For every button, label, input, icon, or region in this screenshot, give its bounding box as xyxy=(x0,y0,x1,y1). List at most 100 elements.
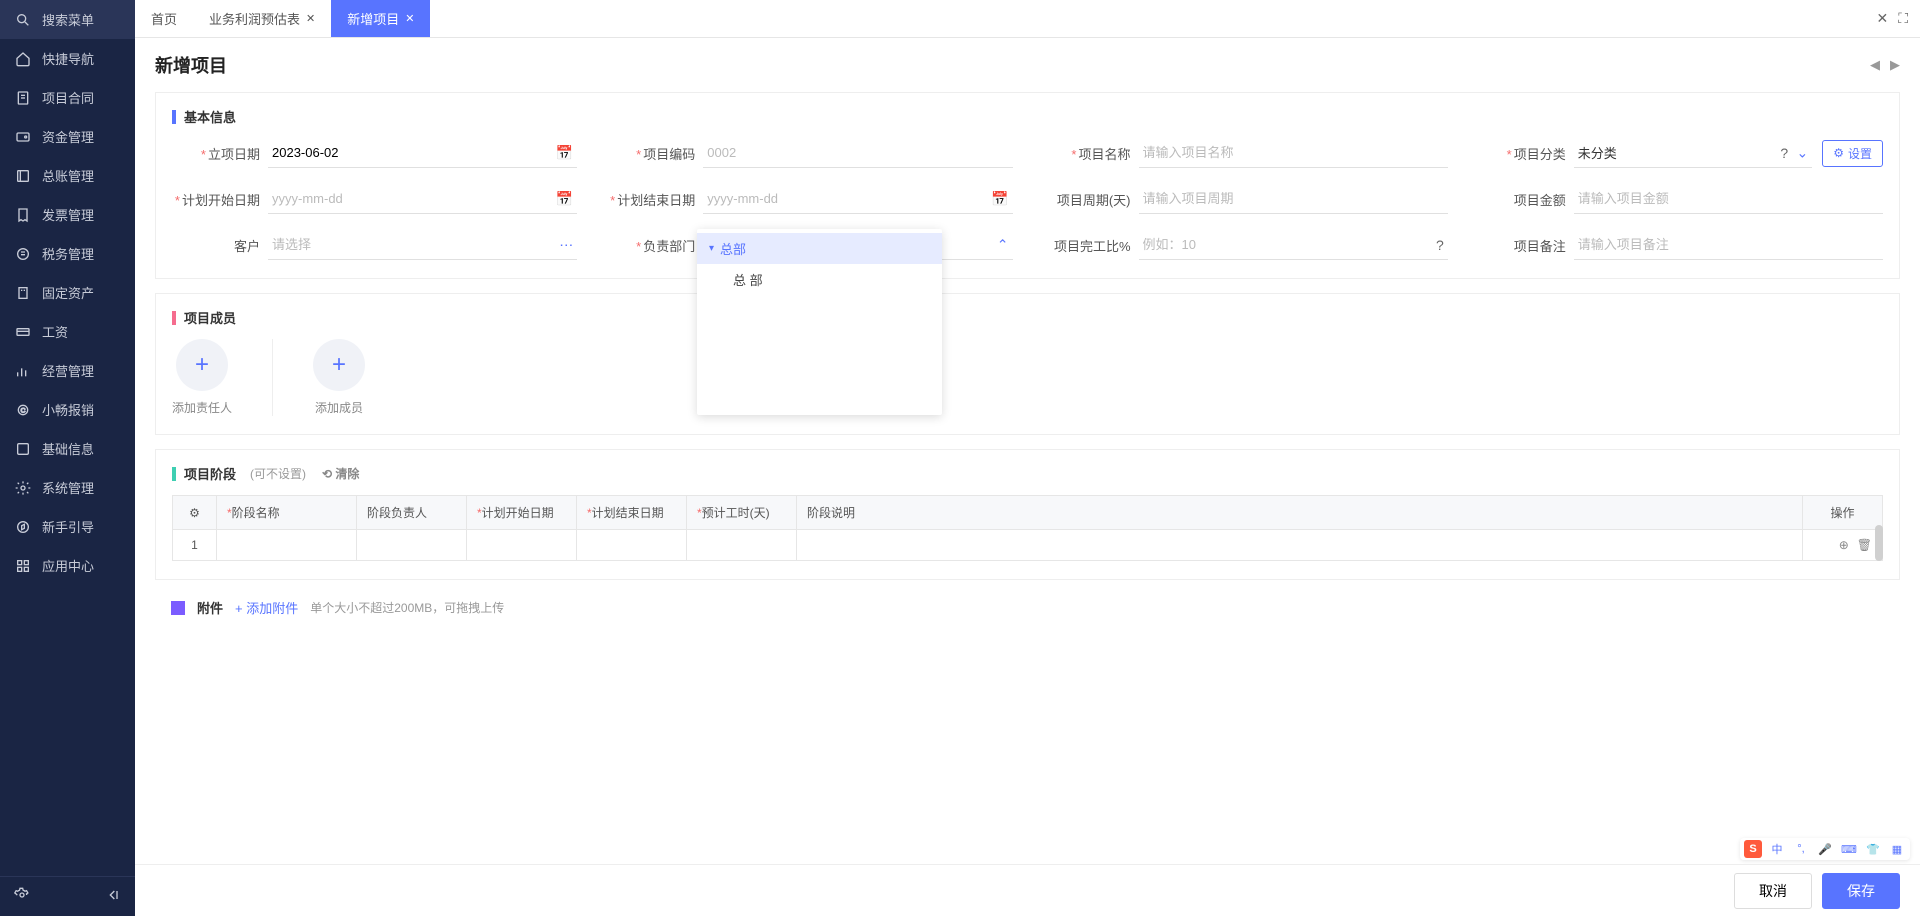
plan-end-input[interactable] xyxy=(703,184,1012,214)
add-member-button[interactable]: + xyxy=(313,339,365,391)
more-icon[interactable]: ⋯ xyxy=(559,237,573,254)
sidebar-item-apps[interactable]: 应用中心 xyxy=(0,546,135,585)
field-plan-start: *计划开始日期 📅 xyxy=(172,184,577,214)
cancel-button[interactable]: 取消 xyxy=(1734,873,1812,909)
period-input[interactable] xyxy=(1139,184,1448,214)
sidebar-item-funds[interactable]: 资金管理 xyxy=(0,117,135,156)
calendar-icon[interactable]: 📅 xyxy=(556,191,573,208)
plan-start-input[interactable] xyxy=(268,184,577,214)
sidebar-search-label: 搜索菜单 xyxy=(42,10,94,29)
sidebar-item-guide[interactable]: 新手引导 xyxy=(0,507,135,546)
next-icon[interactable]: ▶ xyxy=(1890,57,1900,73)
sidebar-item-quicknav[interactable]: 快捷导航 xyxy=(0,39,135,78)
help-icon[interactable]: ? xyxy=(1436,237,1444,253)
svg-text:C: C xyxy=(21,407,26,414)
wallet-icon xyxy=(14,128,32,146)
section-accent-icon xyxy=(171,601,185,615)
sidebar-item-salary[interactable]: 工资 xyxy=(0,312,135,351)
complete-pct-input[interactable] xyxy=(1139,230,1448,260)
tabs-close-icon[interactable]: ✕ xyxy=(1876,10,1888,27)
receipt-icon xyxy=(14,206,32,224)
code-input[interactable] xyxy=(703,138,1012,168)
section-basic: 基本信息 *立项日期 📅 *项目编码 *项目名称 xyxy=(155,92,1900,279)
gear-icon[interactable]: ⚙ xyxy=(189,506,200,520)
cell-start[interactable] xyxy=(467,530,577,561)
add-owner-button[interactable]: + xyxy=(176,339,228,391)
tax-icon xyxy=(14,245,32,263)
plus-icon: + xyxy=(332,351,346,379)
scrollbar[interactable] xyxy=(1875,525,1883,561)
building-icon xyxy=(14,284,32,302)
ime-punct-icon[interactable]: °, xyxy=(1792,840,1810,858)
delete-row-icon[interactable]: 🗑 xyxy=(1857,538,1872,552)
cell-owner[interactable] xyxy=(357,530,467,561)
section-accent-icon xyxy=(172,311,176,325)
field-code: *项目编码 xyxy=(607,138,1012,168)
ime-menu-icon[interactable]: ▦ xyxy=(1888,840,1906,858)
sidebar-search[interactable]: 搜索菜单 xyxy=(0,0,135,39)
field-amount: 项目金额 xyxy=(1478,184,1883,214)
settings-icon[interactable] xyxy=(14,887,30,906)
sidebar-item-assets[interactable]: 固定资产 xyxy=(0,273,135,312)
table-row[interactable]: 1 ⊕🗑 xyxy=(173,530,1883,561)
category-settings-button[interactable]: ⚙设置 xyxy=(1822,140,1883,167)
sidebar-item-business[interactable]: 经营管理 xyxy=(0,351,135,390)
help-icon[interactable]: ? xyxy=(1780,145,1788,161)
book-icon xyxy=(14,167,32,185)
close-icon[interactable]: ✕ xyxy=(306,12,315,25)
name-input[interactable] xyxy=(1139,138,1448,168)
sidebar-item-basicinfo[interactable]: 基础信息 xyxy=(0,429,135,468)
ime-lang[interactable]: 中 xyxy=(1768,840,1786,858)
tab-newproject[interactable]: 新增项目✕ xyxy=(331,0,430,37)
sidebar-item-invoice[interactable]: 发票管理 xyxy=(0,195,135,234)
section-accent-icon xyxy=(172,467,176,481)
field-category: *项目分类 未分类⌄? ⚙设置 xyxy=(1478,138,1883,168)
section-title: 基本信息 xyxy=(184,107,236,126)
dropdown-item-child[interactable]: 总 部 xyxy=(697,264,942,295)
add-row-icon[interactable]: ⊕ xyxy=(1839,538,1849,552)
create-date-input[interactable] xyxy=(268,138,577,168)
category-select[interactable]: 未分类 xyxy=(1574,138,1812,168)
stages-table: ⚙ *阶段名称 阶段负责人 *计划开始日期 *计划结束日期 *预计工时(天) 阶… xyxy=(172,495,1883,561)
ime-skin-icon[interactable]: 👕 xyxy=(1864,840,1882,858)
customer-select[interactable] xyxy=(268,230,577,260)
remark-input[interactable] xyxy=(1574,230,1883,260)
dept-dropdown: ▾总部 总 部 xyxy=(697,229,942,415)
sidebar-item-expense[interactable]: C小畅报销 xyxy=(0,390,135,429)
sidebar-item-contract[interactable]: 项目合同 xyxy=(0,78,135,117)
section-title: 项目成员 xyxy=(184,308,236,327)
add-member: + 添加成员 xyxy=(313,339,365,416)
collapse-icon[interactable] xyxy=(105,887,121,906)
cell-end[interactable] xyxy=(577,530,687,561)
sidebar-item-tax[interactable]: 税务管理 xyxy=(0,234,135,273)
cell-hours[interactable] xyxy=(687,530,797,561)
save-button[interactable]: 保存 xyxy=(1822,873,1900,909)
calendar-icon[interactable]: 📅 xyxy=(556,145,573,162)
calendar-icon[interactable]: 📅 xyxy=(991,191,1008,208)
gear-icon: ⚙ xyxy=(1833,146,1844,160)
cell-name[interactable] xyxy=(217,530,357,561)
dropdown-item-parent[interactable]: ▾总部 xyxy=(697,233,942,264)
section-title: 附件 xyxy=(197,598,223,617)
chevron-down-icon[interactable]: ⌄ xyxy=(1796,145,1808,162)
close-icon[interactable]: ✕ xyxy=(405,12,414,25)
ime-logo-icon[interactable]: S xyxy=(1744,840,1762,858)
prev-icon[interactable]: ◀ xyxy=(1870,57,1880,73)
chevron-up-icon[interactable]: ⌃ xyxy=(997,237,1009,254)
field-period: 项目周期(天) xyxy=(1043,184,1448,214)
clear-link[interactable]: ⟲ 清除 xyxy=(322,465,359,482)
sidebar-item-system[interactable]: 系统管理 xyxy=(0,468,135,507)
sidebar-item-ledger[interactable]: 总账管理 xyxy=(0,156,135,195)
main: 首页 业务利润预估表✕ 新增项目✕ ✕ ⛶ 新增项目 ◀ ▶ 基本信息 xyxy=(135,0,1920,916)
caret-down-icon: ▾ xyxy=(709,243,714,254)
fullscreen-icon[interactable]: ⛶ xyxy=(1898,10,1908,27)
cell-desc[interactable] xyxy=(797,530,1803,561)
add-attachment-link[interactable]: + 添加附件 xyxy=(235,598,298,617)
amount-input[interactable] xyxy=(1574,184,1883,214)
ime-mic-icon[interactable]: 🎤 xyxy=(1816,840,1834,858)
ime-keyboard-icon[interactable]: ⌨ xyxy=(1840,840,1858,858)
grid-icon xyxy=(14,557,32,575)
tab-profit[interactable]: 业务利润预估表✕ xyxy=(193,0,331,37)
card-icon xyxy=(14,323,32,341)
tab-home[interactable]: 首页 xyxy=(135,0,193,37)
